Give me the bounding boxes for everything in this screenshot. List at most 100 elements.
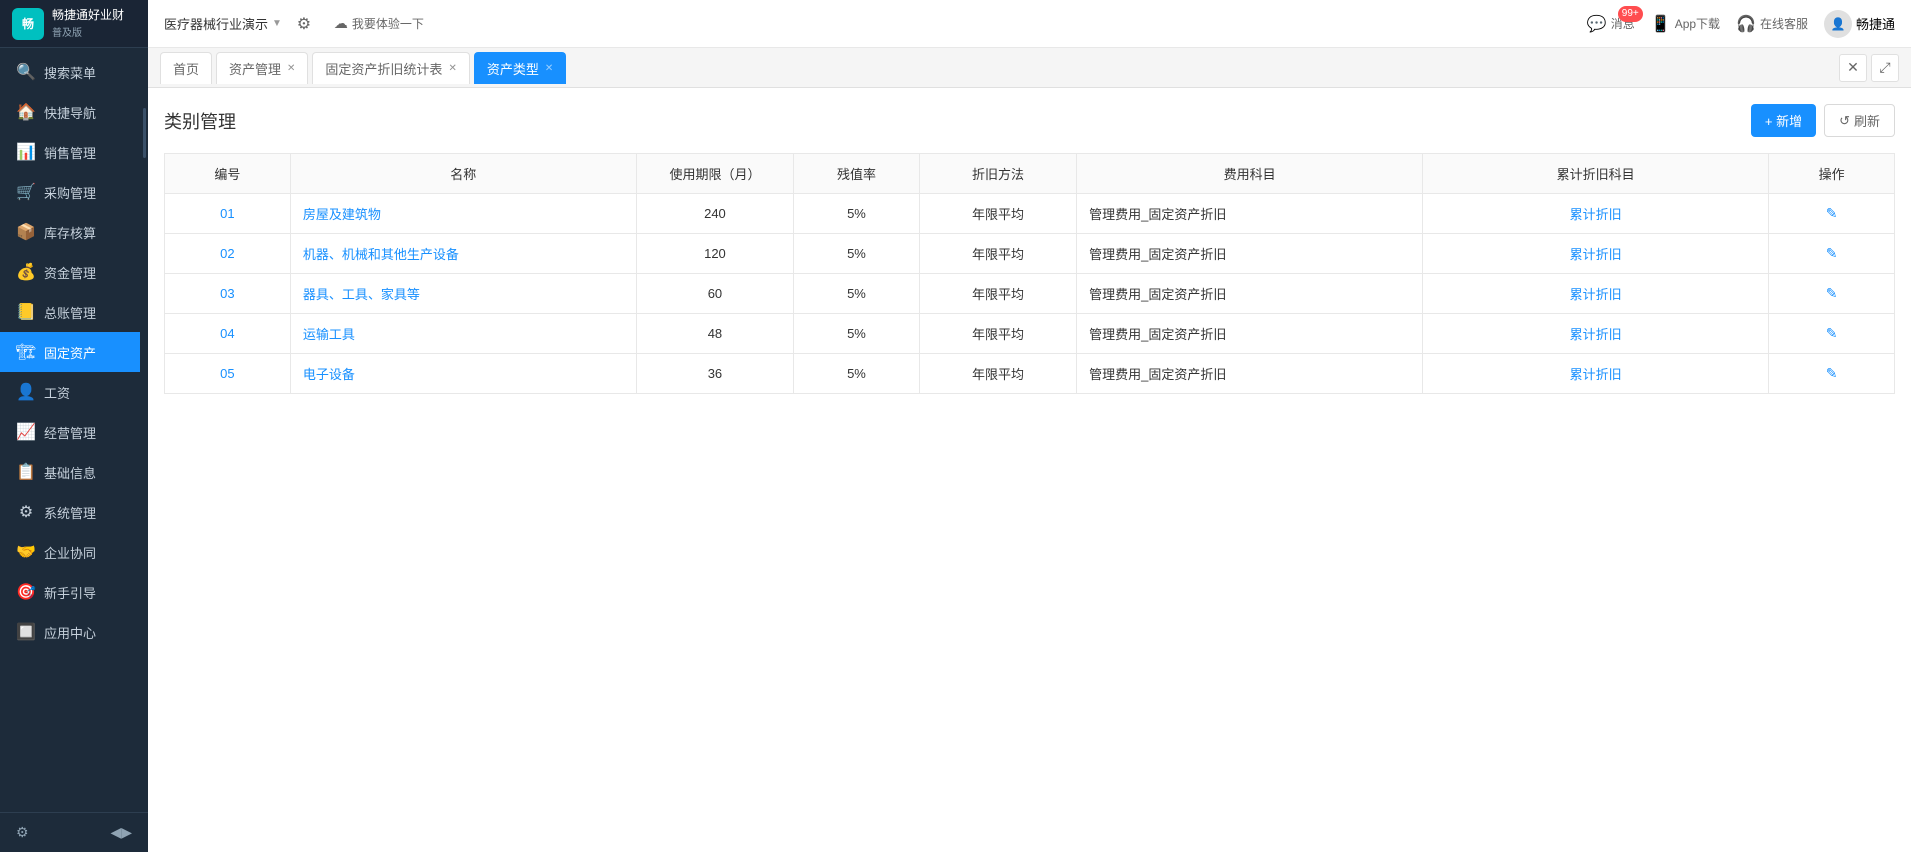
app-center-icon: 🔲 [16,622,36,642]
collapse-button[interactable]: ◀▶ [110,824,132,841]
experience-button[interactable]: ☁ 我要体验一下 [326,11,432,36]
sidebar-item-ledger[interactable]: 📒 总账管理 [0,292,148,332]
tab-fixed-asset-stat[interactable]: 固定资产折旧统计表 ✕ [312,52,469,84]
categories-table: 编号 名称 使用期限（月） 残值率 折旧方法 费用科目 累计折旧科目 操作 01… [164,153,1895,394]
sidebar-item-basic-info[interactable]: 📋 基础信息 [0,452,148,492]
cell-action[interactable]: ✎ [1769,314,1895,354]
settings-button[interactable]: ⚙ [16,824,29,841]
cell-period: 48 [636,314,793,354]
edit-icon[interactable]: ✎ [1826,245,1838,261]
tab-home[interactable]: 首页 [160,52,212,84]
cell-action[interactable]: ✎ [1769,194,1895,234]
user-label: 畅捷通 [1856,14,1895,33]
message-icon: 💬 [1587,14,1607,34]
table-header-row: 编号 名称 使用期限（月） 残值率 折旧方法 费用科目 累计折旧科目 操作 [165,154,1895,194]
cell-name: 机器、机械和其他生产设备 [290,234,636,274]
cell-action[interactable]: ✎ [1769,274,1895,314]
tab-asset-type-label: 资产类型 [487,59,539,78]
tabs-bar: 首页 资产管理 ✕ 固定资产折旧统计表 ✕ 资产类型 ✕ ✕ ⤢ [148,48,1911,88]
table-body: 01 房屋及建筑物 240 5% 年限平均 管理费用_固定资产折旧 累计折旧 ✎… [165,194,1895,394]
close-tab-button[interactable]: ✕ [1839,54,1867,82]
sidebar-item-operations[interactable]: 📈 经营管理 [0,412,148,452]
sidebar-item-system[interactable]: ⚙ 系统管理 [0,492,148,532]
sidebar-item-quick-nav[interactable]: 🏠 快捷导航 [0,92,148,132]
cell-code: 04 [165,314,291,354]
sidebar-item-search[interactable]: 🔍 搜索菜单 [0,52,148,92]
edit-icon[interactable]: ✎ [1826,285,1838,301]
app-download-button[interactable]: 📱 App下载 [1651,14,1720,34]
col-header-method: 折旧方法 [919,154,1076,194]
enterprise-icon: 🤝 [16,542,36,562]
sidebar-item-enterprise[interactable]: 🤝 企业协同 [0,532,148,572]
cell-accum: 累计折旧 [1423,314,1769,354]
purchase-icon: 🛒 [16,182,36,202]
edit-icon[interactable]: ✎ [1826,325,1838,341]
sidebar-item-sales[interactable]: 📊 销售管理 [0,132,148,172]
sidebar-item-funds[interactable]: 💰 资金管理 [0,252,148,292]
cell-expense: 管理费用_固定资产折旧 [1077,194,1423,234]
cell-expense: 管理费用_固定资产折旧 [1077,234,1423,274]
expand-tab-button[interactable]: ⤢ [1871,54,1899,82]
edit-icon[interactable]: ✎ [1826,205,1838,221]
cloud-icon: ☁ [334,15,348,32]
app-name: 畅捷通好业财 [52,8,124,24]
sidebar-item-purchase[interactable]: 🛒 采购管理 [0,172,148,212]
cell-period: 36 [636,354,793,394]
online-service-button[interactable]: 🎧 在线客服 [1736,14,1808,34]
sidebar-item-app-center[interactable]: 🔲 应用中心 [0,612,148,652]
cell-residual: 5% [794,314,920,354]
tab-asset-mgmt[interactable]: 资产管理 ✕ [216,52,308,84]
inventory-icon: 📦 [16,222,36,242]
sidebar-item-payroll[interactable]: 👤 工资 [0,372,148,412]
cell-action[interactable]: ✎ [1769,354,1895,394]
company-selector[interactable]: 医疗器械行业演示 ▼ [164,14,282,33]
cell-name: 电子设备 [290,354,636,394]
col-header-action: 操作 [1769,154,1895,194]
sidebar-logo: 畅 畅捷通好业财 普及版 [0,0,148,48]
cell-name: 房屋及建筑物 [290,194,636,234]
refresh-button[interactable]: ↺ 刷新 [1824,104,1895,137]
experience-label: 我要体验一下 [352,15,424,32]
cell-accum: 累计折旧 [1423,354,1769,394]
tab-home-label: 首页 [173,59,199,78]
table-row: 02 机器、机械和其他生产设备 120 5% 年限平均 管理费用_固定资产折旧 … [165,234,1895,274]
tab-asset-type[interactable]: 资产类型 ✕ [474,52,566,84]
tab-fixed-asset-stat-close[interactable]: ✕ [448,63,456,74]
col-header-code: 编号 [165,154,291,194]
cell-code: 05 [165,354,291,394]
cell-accum: 累计折旧 [1423,234,1769,274]
funds-icon: 💰 [16,262,36,282]
new-button[interactable]: + 新增 [1751,104,1816,137]
tab-asset-type-close[interactable]: ✕ [545,63,553,74]
fixed-assets-icon: 🏗 [16,342,36,362]
cell-accum: 累计折旧 [1423,274,1769,314]
user-menu[interactable]: 👤 畅捷通 [1824,10,1895,38]
company-settings-button[interactable]: ⚙ [290,10,318,38]
topbar-right: 💬 消息 99+ 📱 App下载 🎧 在线客服 👤 畅捷通 [1587,10,1895,38]
messages-button[interactable]: 💬 消息 99+ [1587,14,1635,34]
cell-code: 01 [165,194,291,234]
table-row: 04 运输工具 48 5% 年限平均 管理费用_固定资产折旧 累计折旧 ✎ [165,314,1895,354]
cell-code: 03 [165,274,291,314]
cell-action[interactable]: ✎ [1769,234,1895,274]
cell-period: 240 [636,194,793,234]
edit-icon[interactable]: ✎ [1826,365,1838,381]
cell-residual: 5% [794,194,920,234]
cell-name: 器具、工具、家具等 [290,274,636,314]
main-area: 医疗器械行业演示 ▼ ⚙ ☁ 我要体验一下 💬 消息 99+ 📱 App下载 [148,0,1911,852]
operations-icon: 📈 [16,422,36,442]
sidebar-item-inventory[interactable]: 📦 库存核算 [0,212,148,252]
sidebar-item-fixed-assets[interactable]: 🏗 固定资产 [0,332,148,372]
col-header-period: 使用期限（月） [636,154,793,194]
company-name: 医疗器械行业演示 [164,14,268,33]
search-icon: 🔍 [16,62,36,82]
col-header-residual: 残值率 [794,154,920,194]
cell-method: 年限平均 [919,354,1076,394]
logo-icon: 畅 [12,8,44,40]
tab-asset-mgmt-close[interactable]: ✕ [287,63,295,74]
cell-residual: 5% [794,354,920,394]
headset-icon: 🎧 [1736,14,1756,34]
online-service-label: 在线客服 [1760,15,1808,32]
cell-method: 年限平均 [919,234,1076,274]
sidebar-item-guide[interactable]: 🎯 新手引导 [0,572,148,612]
